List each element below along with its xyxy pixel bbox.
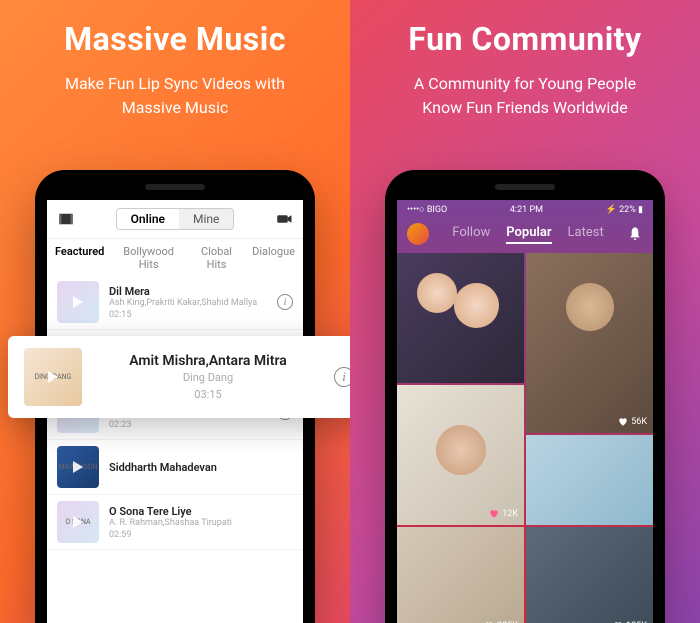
segment-mine[interactable]: Mine <box>179 209 233 229</box>
video-card[interactable]: 325K <box>397 527 524 623</box>
segment-control[interactable]: Online Mine <box>116 208 235 230</box>
track-duration: 02:59 <box>109 530 293 540</box>
subline: A Community for Young People Know Fun Fr… <box>370 72 680 120</box>
track-title: O Sona Tere Liye <box>109 505 293 518</box>
segment-online[interactable]: Online <box>117 209 179 229</box>
info-icon[interactable]: i <box>334 367 350 387</box>
track-thumbnail: O SONA <box>57 501 99 543</box>
subline: Make Fun Lip Sync Videos with Massive Mu… <box>20 72 330 120</box>
top-bar: Online Mine <box>47 200 303 239</box>
person-face <box>566 283 614 331</box>
tab-popular[interactable]: Popular <box>506 225 551 244</box>
track-title: Amit Mishra,Antara Mitra <box>94 353 322 369</box>
phone-speaker <box>145 184 205 190</box>
nav-tabs: Follow Popular Latest <box>452 225 603 244</box>
video-card[interactable]: 56K <box>526 253 653 433</box>
track-row[interactable]: Dil Mera Ash King,Prakriti Kakar,Shahid … <box>47 275 303 330</box>
category-tabs: Feactured Bollywood Hits Clobal Hits Dia… <box>47 239 303 275</box>
person-face <box>454 283 499 328</box>
track-thumbnail: DING DANG <box>24 348 82 406</box>
track-artist: Ash King,Prakriti Kakar,Shahid Mallya <box>109 298 267 308</box>
track-title: Dil Mera <box>109 285 267 298</box>
track-thumbnail <box>57 281 99 323</box>
track-duration: 02:23 <box>109 420 267 430</box>
tab-featured[interactable]: Feactured <box>55 245 104 271</box>
track-duration: 03:15 <box>94 388 322 401</box>
camera-icon[interactable] <box>275 210 293 228</box>
film-icon[interactable] <box>57 210 75 228</box>
avatar[interactable] <box>407 223 429 245</box>
tab-global[interactable]: Clobal Hits <box>193 245 240 271</box>
track-artist: A. R. Rahman,Shashaa Tirupati <box>109 518 293 528</box>
track-row[interactable]: MAIN HOON Siddharth Mahadevan <box>47 440 303 495</box>
like-count: 56K <box>618 417 647 427</box>
track-duration: 02:15 <box>109 310 267 320</box>
promo-panel-community: Fun Community A Community for Young Peop… <box>350 0 700 623</box>
headline: Fun Community <box>370 20 680 58</box>
phone-speaker <box>495 184 555 190</box>
tab-latest[interactable]: Latest <box>568 225 604 244</box>
promo-panel-music: Massive Music Make Fun Lip Sync Videos w… <box>0 0 350 623</box>
video-grid: 56K 12K 325K 125K <box>397 253 653 623</box>
phone-mockup: ••••○ BIGO 4:21 PM ⚡ 22% ▮ Follow Popula… <box>385 170 665 623</box>
track-meta: Dil Mera Ash King,Prakriti Kakar,Shahid … <box>109 285 267 320</box>
status-time: 4:21 PM <box>510 205 543 215</box>
track-thumbnail: MAIN HOON <box>57 446 99 488</box>
bell-icon[interactable] <box>627 226 643 242</box>
status-battery: ⚡ 22% ▮ <box>606 205 643 215</box>
heart-icon <box>489 509 499 519</box>
status-bar: ••••○ BIGO 4:21 PM ⚡ 22% ▮ <box>397 200 653 219</box>
tab-follow[interactable]: Follow <box>452 225 490 244</box>
video-card[interactable]: 12K <box>397 385 524 525</box>
person-face <box>417 273 457 313</box>
track-row-highlighted[interactable]: DING DANG Amit Mishra,Antara Mitra Ding … <box>8 336 350 418</box>
tab-bollywood[interactable]: Bollywood Hits <box>116 245 181 271</box>
track-meta: Amit Mishra,Antara Mitra Ding Dang 03:15 <box>94 353 322 401</box>
video-card[interactable] <box>397 253 524 383</box>
person-face <box>436 425 486 475</box>
track-title: Siddharth Mahadevan <box>109 461 293 474</box>
info-icon[interactable]: i <box>277 294 293 310</box>
track-artist: Ding Dang <box>94 371 322 384</box>
status-carrier: ••••○ BIGO <box>407 204 447 215</box>
track-row[interactable]: O SONA O Sona Tere Liye A. R. Rahman,Sha… <box>47 495 303 550</box>
app-screen-community: ••••○ BIGO 4:21 PM ⚡ 22% ▮ Follow Popula… <box>397 200 653 623</box>
heart-icon <box>618 417 628 427</box>
like-count: 12K <box>489 509 518 519</box>
tab-dialogue[interactable]: Dialogue <box>252 245 295 271</box>
video-card[interactable] <box>526 435 653 525</box>
header-bar: Follow Popular Latest <box>397 219 653 253</box>
track-meta: O Sona Tere Liye A. R. Rahman,Shashaa Ti… <box>109 505 293 540</box>
track-meta: Siddharth Mahadevan <box>109 461 293 474</box>
video-card[interactable]: 125K <box>526 527 653 623</box>
headline: Massive Music <box>20 20 330 58</box>
